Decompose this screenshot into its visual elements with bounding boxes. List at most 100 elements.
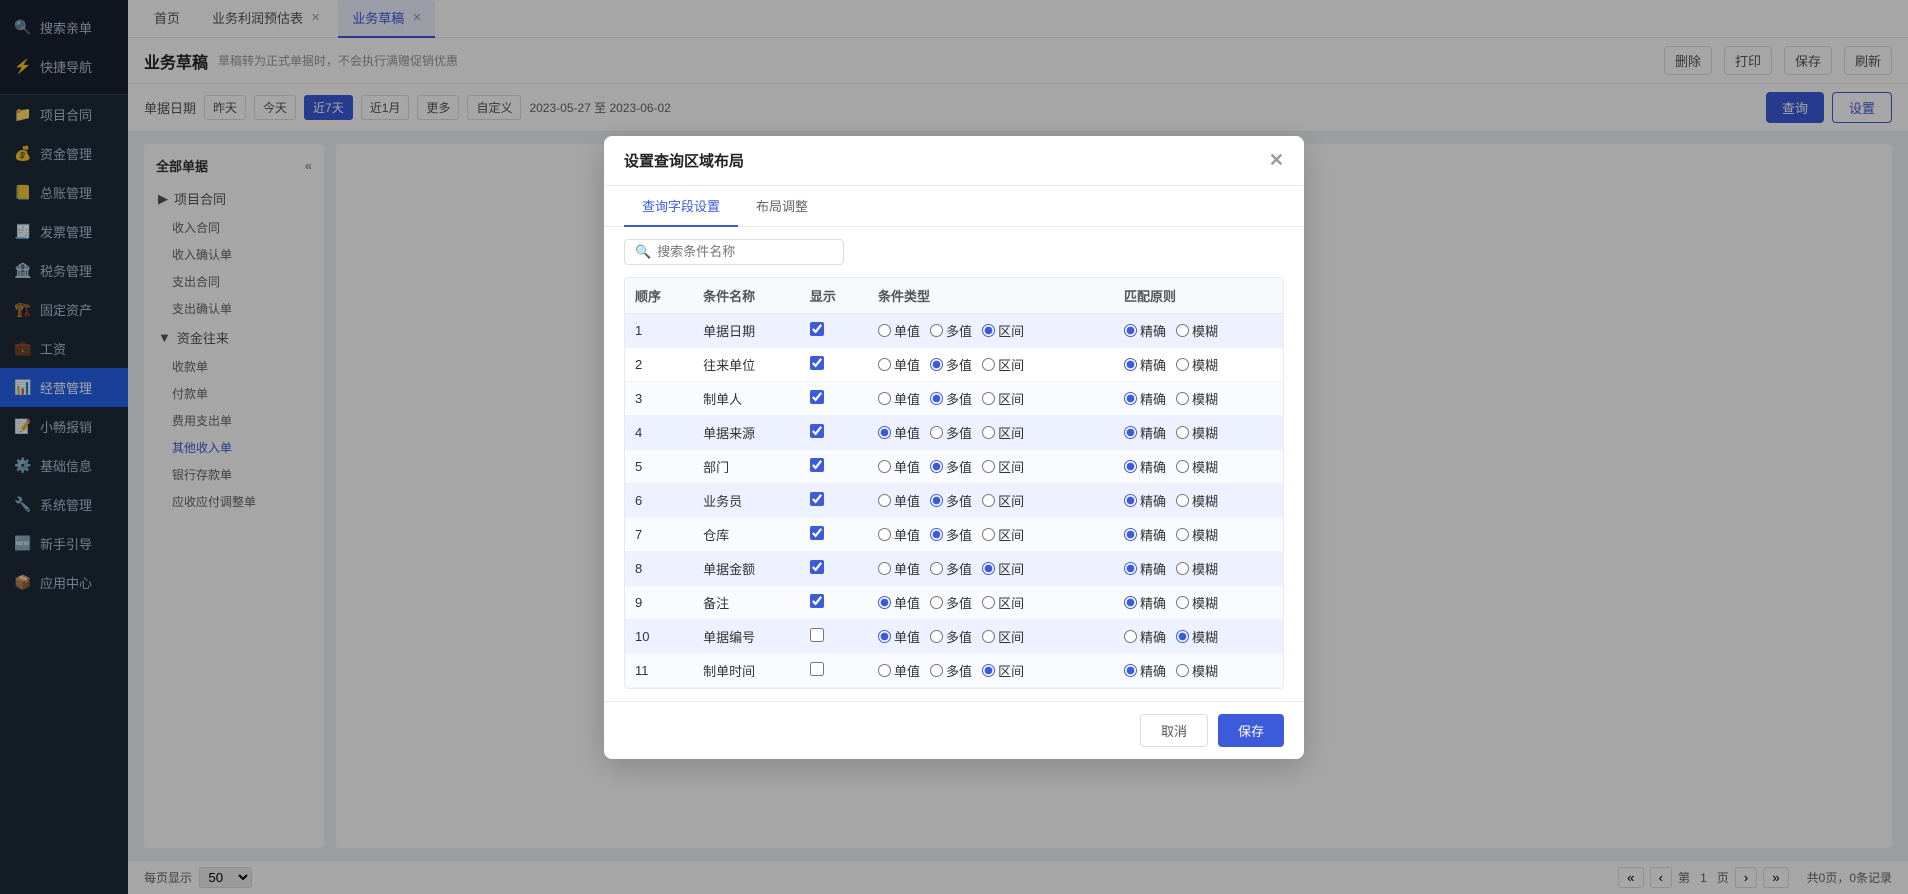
radio-option-区间[interactable]: 区间 bbox=[982, 389, 1024, 408]
modal-overlay: 设置查询区域布局 ✕ 查询字段设置 布局调整 🔍 bbox=[0, 0, 1908, 894]
table-row: 10单据编号单值多值区间精确模糊 bbox=[625, 619, 1283, 653]
cell-match-rule: 精确模糊 bbox=[1114, 551, 1283, 585]
match-option-精确[interactable]: 精确 bbox=[1124, 627, 1166, 646]
radio-option-多值[interactable]: 多值 bbox=[930, 457, 972, 476]
modal-dialog: 设置查询区域布局 ✕ 查询字段设置 布局调整 🔍 bbox=[604, 136, 1304, 759]
match-option-精确[interactable]: 精确 bbox=[1124, 423, 1166, 442]
radio-option-单值[interactable]: 单值 bbox=[878, 559, 920, 578]
radio-option-单值[interactable]: 单值 bbox=[878, 355, 920, 374]
show-checkbox[interactable] bbox=[810, 662, 824, 676]
modal-search-input[interactable] bbox=[657, 244, 833, 259]
match-option-模糊[interactable]: 模糊 bbox=[1176, 321, 1218, 340]
radio-option-多值[interactable]: 多值 bbox=[930, 389, 972, 408]
cell-match-rule: 精确模糊 bbox=[1114, 347, 1283, 381]
cell-condition-type: 单值多值区间 bbox=[868, 517, 1114, 551]
radio-option-区间[interactable]: 区间 bbox=[982, 593, 1024, 612]
match-option-精确[interactable]: 精确 bbox=[1124, 661, 1166, 680]
match-option-模糊[interactable]: 模糊 bbox=[1176, 525, 1218, 544]
cell-condition-type: 单值多值区间 bbox=[868, 653, 1114, 687]
table-row: 4单据来源单值多值区间精确模糊 bbox=[625, 415, 1283, 449]
cell-order: 7 bbox=[625, 517, 693, 551]
match-option-模糊[interactable]: 模糊 bbox=[1176, 593, 1218, 612]
radio-option-单值[interactable]: 单值 bbox=[878, 457, 920, 476]
match-option-模糊[interactable]: 模糊 bbox=[1176, 627, 1218, 646]
match-option-精确[interactable]: 精确 bbox=[1124, 457, 1166, 476]
cell-condition-type: 单值多值区间 bbox=[868, 619, 1114, 653]
modal-save-button[interactable]: 保存 bbox=[1218, 714, 1284, 747]
show-checkbox[interactable] bbox=[810, 560, 824, 574]
cell-name: 单据金额 bbox=[693, 551, 800, 585]
modal-close-button[interactable]: ✕ bbox=[1269, 150, 1284, 171]
cell-show bbox=[800, 313, 868, 347]
radio-option-单值[interactable]: 单值 bbox=[878, 389, 920, 408]
show-checkbox[interactable] bbox=[810, 458, 824, 472]
cell-show bbox=[800, 381, 868, 415]
match-option-精确[interactable]: 精确 bbox=[1124, 491, 1166, 510]
radio-option-区间[interactable]: 区间 bbox=[982, 355, 1024, 374]
radio-option-区间[interactable]: 区间 bbox=[982, 661, 1024, 680]
match-option-精确[interactable]: 精确 bbox=[1124, 559, 1166, 578]
radio-option-单值[interactable]: 单值 bbox=[878, 593, 920, 612]
radio-option-区间[interactable]: 区间 bbox=[982, 491, 1024, 510]
radio-option-区间[interactable]: 区间 bbox=[982, 627, 1024, 646]
radio-option-单值[interactable]: 单值 bbox=[878, 321, 920, 340]
radio-option-多值[interactable]: 多值 bbox=[930, 491, 972, 510]
show-checkbox[interactable] bbox=[810, 356, 824, 370]
cell-show bbox=[800, 347, 868, 381]
show-checkbox[interactable] bbox=[810, 322, 824, 336]
radio-option-单值[interactable]: 单值 bbox=[878, 661, 920, 680]
modal-title: 设置查询区域布局 bbox=[624, 150, 744, 171]
show-checkbox[interactable] bbox=[810, 628, 824, 642]
show-checkbox[interactable] bbox=[810, 526, 824, 540]
cancel-button[interactable]: 取消 bbox=[1140, 714, 1208, 747]
radio-option-单值[interactable]: 单值 bbox=[878, 491, 920, 510]
radio-option-多值[interactable]: 多值 bbox=[930, 627, 972, 646]
match-option-模糊[interactable]: 模糊 bbox=[1176, 423, 1218, 442]
match-option-精确[interactable]: 精确 bbox=[1124, 593, 1166, 612]
show-checkbox[interactable] bbox=[810, 424, 824, 438]
radio-option-多值[interactable]: 多值 bbox=[930, 321, 972, 340]
radio-option-多值[interactable]: 多值 bbox=[930, 423, 972, 442]
radio-option-多值[interactable]: 多值 bbox=[930, 355, 972, 374]
cell-name: 单据编号 bbox=[693, 619, 800, 653]
show-checkbox[interactable] bbox=[810, 390, 824, 404]
modal-tab-layout[interactable]: 布局调整 bbox=[738, 186, 826, 227]
radio-option-多值[interactable]: 多值 bbox=[930, 525, 972, 544]
match-option-模糊[interactable]: 模糊 bbox=[1176, 355, 1218, 374]
cell-match-rule: 精确模糊 bbox=[1114, 381, 1283, 415]
table-row: 5部门单值多值区间精确模糊 bbox=[625, 449, 1283, 483]
match-option-精确[interactable]: 精确 bbox=[1124, 355, 1166, 374]
show-checkbox[interactable] bbox=[810, 594, 824, 608]
cell-match-rule: 精确模糊 bbox=[1114, 415, 1283, 449]
cell-order: 10 bbox=[625, 619, 693, 653]
match-option-精确[interactable]: 精确 bbox=[1124, 389, 1166, 408]
match-option-模糊[interactable]: 模糊 bbox=[1176, 457, 1218, 476]
radio-option-单值[interactable]: 单值 bbox=[878, 525, 920, 544]
match-option-模糊[interactable]: 模糊 bbox=[1176, 661, 1218, 680]
radio-option-区间[interactable]: 区间 bbox=[982, 525, 1024, 544]
show-checkbox[interactable] bbox=[810, 492, 824, 506]
match-option-精确[interactable]: 精确 bbox=[1124, 525, 1166, 544]
radio-option-区间[interactable]: 区间 bbox=[982, 457, 1024, 476]
cell-show bbox=[800, 619, 868, 653]
cell-name: 往来单位 bbox=[693, 347, 800, 381]
match-option-模糊[interactable]: 模糊 bbox=[1176, 491, 1218, 510]
cell-match-rule: 精确模糊 bbox=[1114, 653, 1283, 687]
th-condition-type: 条件类型 bbox=[868, 278, 1114, 314]
radio-option-区间[interactable]: 区间 bbox=[982, 321, 1024, 340]
radio-option-多值[interactable]: 多值 bbox=[930, 559, 972, 578]
table-row: 8单据金额单值多值区间精确模糊 bbox=[625, 551, 1283, 585]
match-option-模糊[interactable]: 模糊 bbox=[1176, 559, 1218, 578]
radio-option-区间[interactable]: 区间 bbox=[982, 559, 1024, 578]
table-row: 6业务员单值多值区间精确模糊 bbox=[625, 483, 1283, 517]
cell-order: 9 bbox=[625, 585, 693, 619]
modal-tab-field-settings[interactable]: 查询字段设置 bbox=[624, 186, 738, 227]
radio-option-单值[interactable]: 单值 bbox=[878, 627, 920, 646]
match-option-精确[interactable]: 精确 bbox=[1124, 321, 1166, 340]
cell-condition-type: 单值多值区间 bbox=[868, 551, 1114, 585]
radio-option-多值[interactable]: 多值 bbox=[930, 593, 972, 612]
radio-option-多值[interactable]: 多值 bbox=[930, 661, 972, 680]
match-option-模糊[interactable]: 模糊 bbox=[1176, 389, 1218, 408]
radio-option-单值[interactable]: 单值 bbox=[878, 423, 920, 442]
radio-option-区间[interactable]: 区间 bbox=[982, 423, 1024, 442]
